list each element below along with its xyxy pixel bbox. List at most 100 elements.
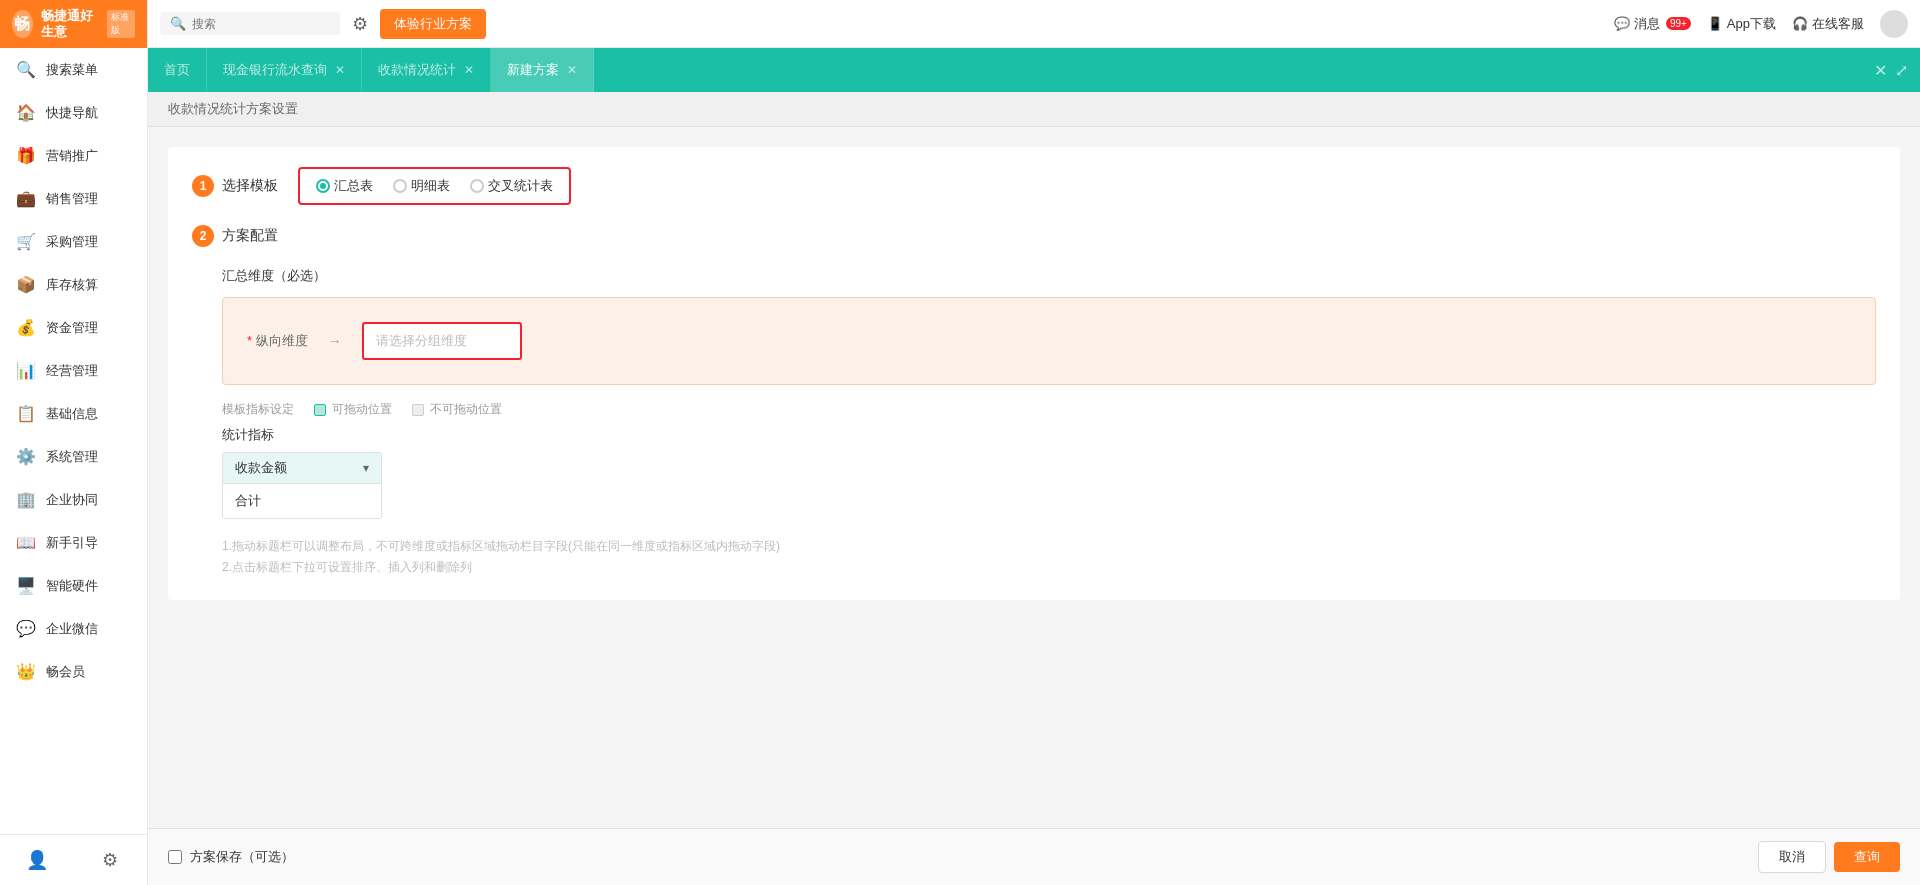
sidebar-bottom-settings[interactable]: ⚙ (74, 843, 148, 877)
tab-bank-flow-label: 现金银行流水查询 (223, 61, 327, 79)
tab-home[interactable]: 首页 (148, 48, 207, 92)
cancel-button[interactable]: 取消 (1758, 841, 1826, 873)
topbar-search-box[interactable]: 🔍 (160, 12, 340, 35)
sidebar-nav: 🔍 搜索菜单 🏠 快捷导航 🎁 营销推广 💼 销售管理 🛒 采购管理 📦 库存核… (0, 48, 147, 834)
sidebar-item-operation[interactable]: 📊 经营管理 (0, 349, 147, 392)
sidebar-item-marketing[interactable]: 🎁 营销推广 (0, 134, 147, 177)
sidebar-item-label: 搜索菜单 (46, 61, 98, 79)
purchase-icon: 🛒 (16, 232, 36, 251)
chevron-down-icon: ▾ (363, 461, 369, 475)
sidebar-item-inventory[interactable]: 📦 库存核算 (0, 263, 147, 306)
enterprise-icon: 🏢 (16, 490, 36, 509)
radio-cross-label: 交叉统计表 (488, 177, 553, 195)
legend-draggable: 可拖动位置 (314, 401, 392, 418)
sidebar-item-system[interactable]: ⚙️ 系统管理 (0, 435, 147, 478)
smart-hw-icon: 🖥️ (16, 576, 36, 595)
step2-label: 方案配置 (222, 227, 278, 245)
tab-bank-flow[interactable]: 现金银行流水查询 ✕ (207, 48, 362, 92)
tab-collection-stat[interactable]: 收款情况统计 ✕ (362, 48, 491, 92)
service-btn[interactable]: 🎧 在线客服 (1792, 15, 1864, 33)
metrics-header-label: 统计指标 (222, 427, 274, 442)
radio-summary[interactable]: 汇总表 (316, 177, 373, 195)
search-icon: 🔍 (170, 16, 186, 31)
content-area: 收款情况统计方案设置 1 选择模板 汇总表 明细表 (148, 92, 1920, 885)
sidebar-item-label: 系统管理 (46, 448, 98, 466)
radio-detail-circle (393, 179, 407, 193)
template-select-group: 汇总表 明细表 交叉统计表 (298, 167, 571, 205)
sidebar-item-wechat[interactable]: 💬 企业微信 (0, 607, 147, 650)
trial-btn[interactable]: 体验行业方案 (380, 9, 486, 39)
metrics-header-row: 模板指标设定 可拖动位置 不可拖动位置 (222, 401, 1876, 418)
sidebar-item-label: 资金管理 (46, 319, 98, 337)
sidebar-item-search-menu[interactable]: 🔍 搜索菜单 (0, 48, 147, 91)
sidebar-item-label: 库存核算 (46, 276, 98, 294)
dimension-title: 汇总维度（必选） (222, 267, 1876, 285)
legend-fixed-label: 不可拖动位置 (430, 401, 502, 418)
radio-cross[interactable]: 交叉统计表 (470, 177, 553, 195)
sidebar-badge: 标准版 (107, 10, 135, 38)
sidebar-item-label: 企业协同 (46, 491, 98, 509)
sidebar-item-basic-info[interactable]: 📋 基础信息 (0, 392, 147, 435)
settings-icon: ⚙ (102, 849, 118, 871)
sidebar-item-enterprise[interactable]: 🏢 企业协同 (0, 478, 147, 521)
tab-spacer (594, 48, 1862, 92)
sidebar-item-smart-hw[interactable]: 🖥️ 智能硬件 (0, 564, 147, 607)
tabbar: 首页 现金银行流水查询 ✕ 收款情况统计 ✕ 新建方案 ✕ ✕ ⤢ (148, 48, 1920, 92)
breadcrumb: 收款情况统计方案设置 (148, 92, 1920, 127)
hint-text-block: 1.拖动标题栏可以调整布局，不可跨维度或指标区域拖动栏目字段(只能在同一维度或指… (222, 538, 1876, 576)
sidebar-item-purchase[interactable]: 🛒 采购管理 (0, 220, 147, 263)
metrics-col1-header[interactable]: 收款金额 ▾ (223, 453, 381, 484)
dim-required-star: * 纵向维度 (247, 332, 308, 350)
step1-row: 1 选择模板 汇总表 明细表 交叉统计表 (192, 167, 1876, 205)
gift-icon: 🎁 (16, 146, 36, 165)
sidebar-bottom-user[interactable]: 👤 (0, 843, 74, 877)
basic-info-icon: 📋 (16, 404, 36, 423)
window-controls: ✕ ⤢ (1862, 48, 1920, 92)
dimension-area: * 纵向维度 → 请选择分组维度 (222, 297, 1876, 385)
home-icon: 🏠 (16, 103, 36, 122)
tab-collection-stat-close[interactable]: ✕ (464, 63, 474, 77)
legend-draggable-label: 可拖动位置 (332, 401, 392, 418)
tab-bank-flow-close[interactable]: ✕ (335, 63, 345, 77)
user-avatar-icon: 👤 (26, 849, 48, 871)
user-avatar[interactable] (1880, 10, 1908, 38)
sidebar-item-guide[interactable]: 📖 新手引导 (0, 521, 147, 564)
metrics-table: 收款金额 ▾ 合计 (222, 452, 382, 519)
logo-name: 畅捷通好生意 (41, 8, 99, 39)
sidebar-item-quick-nav[interactable]: 🏠 快捷导航 (0, 91, 147, 134)
col1-header-label: 收款金额 (235, 459, 287, 477)
page-body: 1 选择模板 汇总表 明细表 交叉统计表 (148, 127, 1920, 828)
hint-1: 1.拖动标题栏可以调整布局，不可跨维度或指标区域拖动栏目字段(只能在同一维度或指… (222, 538, 1876, 555)
save-checkbox[interactable] (168, 850, 182, 864)
metrics-section: 模板指标设定 可拖动位置 不可拖动位置 统计指标 (222, 401, 1876, 522)
search-input[interactable] (192, 17, 312, 31)
message-icon: 💬 (1614, 16, 1630, 31)
step1-label: 选择模板 (222, 177, 278, 195)
guide-icon: 📖 (16, 533, 36, 552)
download-btn[interactable]: 📱 App下载 (1707, 15, 1776, 33)
topbar-right: 💬 消息 99+ 📱 App下载 🎧 在线客服 (1614, 10, 1908, 38)
query-button[interactable]: 查询 (1834, 842, 1900, 872)
message-btn[interactable]: 💬 消息 99+ (1614, 15, 1691, 33)
tab-new-plan-close[interactable]: ✕ (567, 63, 577, 77)
inventory-icon: 📦 (16, 275, 36, 294)
radio-detail[interactable]: 明细表 (393, 177, 450, 195)
close-window-icon[interactable]: ✕ (1874, 61, 1887, 80)
sidebar-item-member[interactable]: 👑 畅会员 (0, 650, 147, 693)
member-icon: 👑 (16, 662, 36, 681)
main-area: 🔍 ⚙ 体验行业方案 💬 消息 99+ 📱 App下载 🎧 在线客服 (148, 0, 1920, 885)
sidebar-item-label: 经营管理 (46, 362, 98, 380)
sidebar-item-sales[interactable]: 💼 销售管理 (0, 177, 147, 220)
step2-row: 2 方案配置 (192, 225, 1876, 247)
sales-icon: 💼 (16, 189, 36, 208)
capital-icon: 💰 (16, 318, 36, 337)
tab-new-plan[interactable]: 新建方案 ✕ (491, 48, 594, 92)
maximize-window-icon[interactable]: ⤢ (1895, 61, 1908, 80)
download-icon: 📱 (1707, 16, 1723, 31)
gear-icon[interactable]: ⚙ (352, 13, 368, 35)
step2-number: 2 (192, 225, 214, 247)
dim-placeholder[interactable]: 请选择分组维度 (362, 322, 522, 360)
sidebar-item-capital[interactable]: 💰 资金管理 (0, 306, 147, 349)
settings-block: 1 选择模板 汇总表 明细表 交叉统计表 (168, 147, 1900, 600)
legend-fixed: 不可拖动位置 (412, 401, 502, 418)
